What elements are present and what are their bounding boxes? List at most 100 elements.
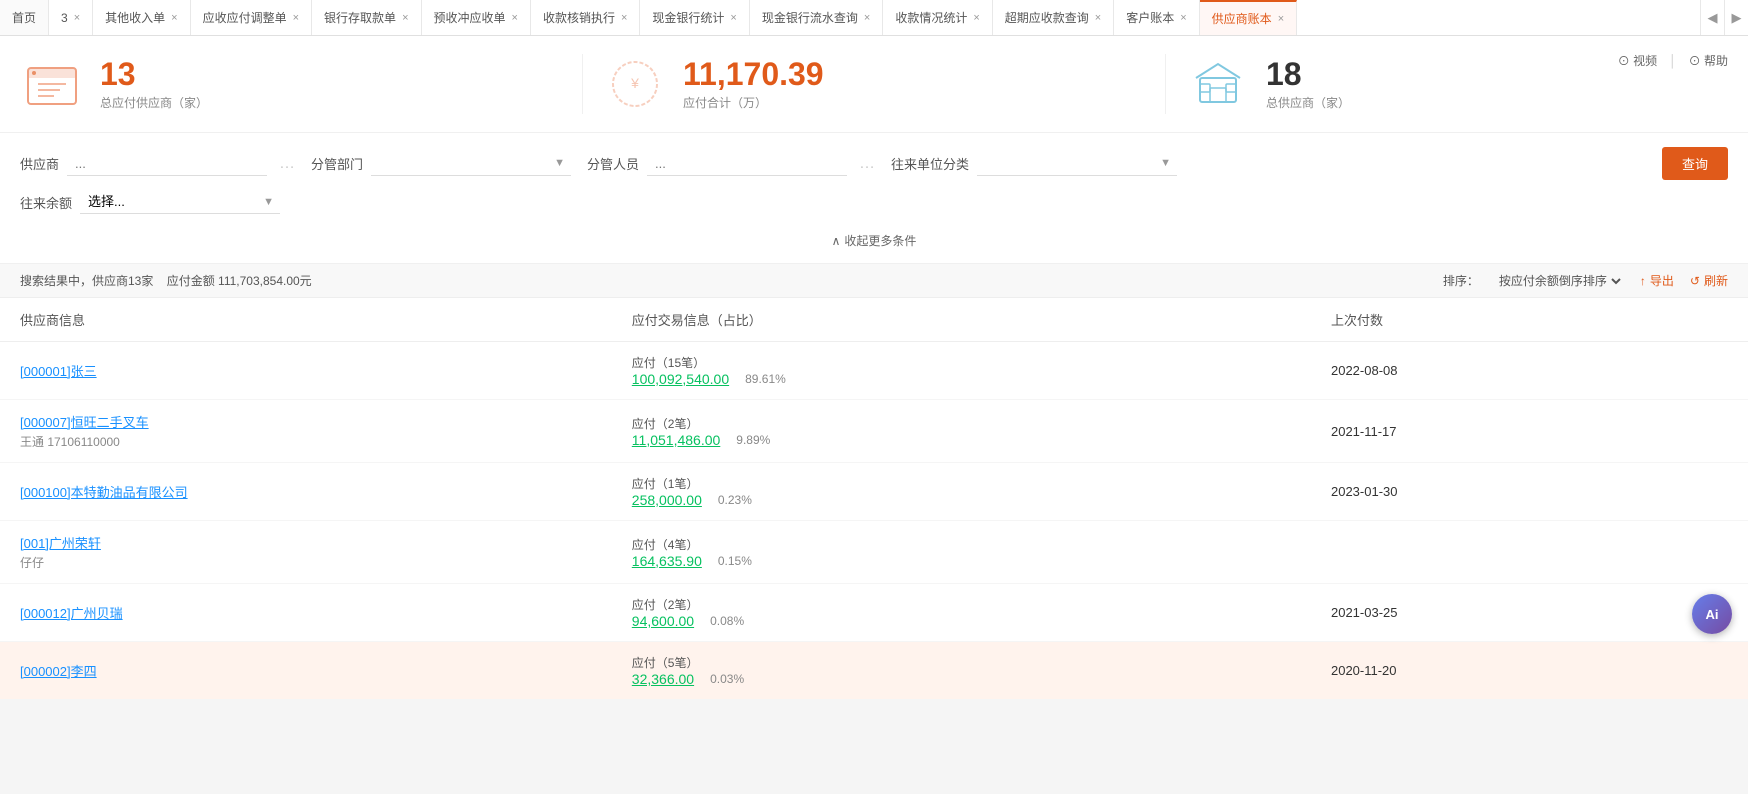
- filter-section: 供应商 … 分管部门 ▼ 分管人员 … 往来单位分类: [0, 133, 1748, 264]
- nav-next-arrow[interactable]: ▶: [1724, 0, 1748, 36]
- dept-filter-select[interactable]: ▼: [371, 152, 571, 176]
- transaction-pct: 0.15%: [718, 554, 752, 568]
- transaction-amount[interactable]: 100,092,540.00: [632, 371, 729, 387]
- transaction-label: 应付（5笔）: [632, 654, 1291, 671]
- nav-tab-cash-bank-stat[interactable]: 现金银行统计 ×: [640, 0, 749, 36]
- nav-tab-close[interactable]: ×: [512, 12, 518, 24]
- nav-tab-label: 现金银行流水查询: [762, 9, 858, 26]
- transaction-pct: 89.61%: [745, 372, 786, 386]
- transaction-amount[interactable]: 258,000.00: [632, 492, 702, 508]
- balance-select[interactable]: 选择...: [80, 190, 280, 213]
- balance-filter-label: 往来余额: [20, 193, 72, 212]
- transaction-label: 应付（1笔）: [632, 475, 1291, 492]
- nav-tab-label: 应收应付调整单: [203, 9, 287, 26]
- transaction-amount[interactable]: 94,600.00: [632, 613, 694, 629]
- transaction-amount[interactable]: 164,635.90: [632, 553, 702, 569]
- last-pay-date: 2021-03-25: [1311, 584, 1748, 642]
- nav-tab-label: 收款核销执行: [543, 9, 615, 26]
- nav-tab-prepay-ar[interactable]: 预收冲应收单 ×: [422, 0, 531, 36]
- col-header-transaction: 应付交易信息（占比）: [612, 298, 1311, 342]
- result-info: 搜索结果中，供应商13家 应付金额 111,703,854.00元: [20, 272, 312, 289]
- export-button[interactable]: ↑ 导出: [1640, 272, 1674, 289]
- nav-tab-close[interactable]: ×: [171, 12, 177, 24]
- dept-select[interactable]: [371, 152, 571, 175]
- nav-prev-arrow[interactable]: ◀: [1700, 0, 1724, 36]
- nav-tab-ar-ap-adjust[interactable]: 应收应付调整单 ×: [191, 0, 312, 36]
- result-bar: 搜索结果中，供应商13家 应付金额 111,703,854.00元 排序： 按应…: [0, 264, 1748, 298]
- person-filter-dots[interactable]: …: [859, 155, 875, 173]
- table-header-row: 供应商信息 应付交易信息（占比） 上次付数: [0, 298, 1748, 342]
- transaction-amount[interactable]: 11,051,486.00: [632, 432, 721, 448]
- nav-tab-home[interactable]: 首页: [0, 0, 49, 36]
- sort-label: 排序：: [1443, 272, 1479, 289]
- supplier-link[interactable]: [001]广州荣轩: [20, 536, 101, 551]
- collapse-button[interactable]: ∧ 收起更多条件: [820, 228, 929, 253]
- transaction-label: 应付（15笔）: [632, 354, 1291, 371]
- nav-tab-other-income[interactable]: 其他收入单 ×: [93, 0, 190, 36]
- category-filter-select[interactable]: ▼: [977, 152, 1177, 176]
- nav-tab-receipt-stat[interactable]: 收款情况统计 ×: [883, 0, 992, 36]
- supplier-link[interactable]: [000007]恒旺二手叉车: [20, 415, 149, 430]
- help-link[interactable]: ⊙ 帮助: [1689, 52, 1728, 69]
- nav-tab-close[interactable]: ×: [1180, 12, 1186, 24]
- filter-category: 往来单位分类 ▼: [891, 152, 1177, 176]
- summary-card-payable: ¥ 11,170.39 应付合计（万）: [603, 52, 1145, 116]
- nav-tab-close[interactable]: ×: [74, 12, 80, 24]
- filter-balance: 往来余额 选择... ▼: [20, 190, 280, 214]
- supplier-filter-label: 供应商: [20, 154, 59, 173]
- last-pay-date: [1311, 521, 1748, 584]
- filter-row-1: 供应商 … 分管部门 ▼ 分管人员 … 往来单位分类: [20, 147, 1728, 180]
- balance-filter-select[interactable]: 选择... ▼: [80, 190, 280, 214]
- filter-dept: 分管部门 ▼: [311, 152, 571, 176]
- transaction-amount[interactable]: 32,366.00: [632, 671, 694, 687]
- result-text1: 搜索结果中，供应商13家: [20, 274, 153, 288]
- last-pay-date: 2022-08-08: [1311, 342, 1748, 400]
- supplier-link[interactable]: [000001]张三: [20, 364, 97, 379]
- nav-tab-receipt-verify[interactable]: 收款核销执行 ×: [531, 0, 640, 36]
- nav-tab-close[interactable]: ×: [621, 12, 627, 24]
- last-pay-date: 2020-11-20: [1311, 642, 1748, 700]
- result-actions: 排序： 按应付余额倒序排序 ↑ 导出 ↺ 刷新: [1443, 272, 1728, 289]
- summary-header: 13 总应付供应商（家） ¥ 11,170.39 应付合计（万）: [0, 36, 1748, 133]
- nav-tab-bank-deposit[interactable]: 银行存取款单 ×: [312, 0, 421, 36]
- nav-tab-close[interactable]: ×: [864, 12, 870, 24]
- category-select[interactable]: [977, 152, 1177, 175]
- nav-tab-close[interactable]: ×: [1095, 12, 1101, 24]
- supplier-filter-dots[interactable]: …: [279, 155, 295, 173]
- nav-tab-close[interactable]: ×: [973, 12, 979, 24]
- nav-tab-cash-flow-query[interactable]: 现金银行流水查询 ×: [750, 0, 883, 36]
- table-row: [000007]恒旺二手叉车王通 17106110000应付（2笔）11,051…: [0, 400, 1748, 463]
- supplier-sub-info: 仔仔: [20, 554, 592, 571]
- supplier-sub-info: 王通 17106110000: [20, 433, 592, 450]
- transaction-pct: 0.03%: [710, 672, 744, 686]
- store-icon: [1186, 52, 1250, 116]
- supplier-filter-input[interactable]: [67, 152, 267, 176]
- query-button[interactable]: 查询: [1662, 147, 1728, 180]
- transaction-label: 应付（2笔）: [632, 596, 1291, 613]
- summary-divider-1: [582, 54, 583, 114]
- supplier-link[interactable]: [000100]本特勤油品有限公司: [20, 485, 188, 500]
- payable-icon: ¥: [603, 52, 667, 116]
- person-filter-label: 分管人员: [587, 154, 639, 173]
- nav-tab-customer-ledger[interactable]: 客户账本 ×: [1114, 0, 1199, 36]
- nav-tab-close[interactable]: ×: [402, 12, 408, 24]
- video-link[interactable]: ⊙ 视频: [1618, 52, 1657, 69]
- ai-button[interactable]: Ai: [1692, 594, 1732, 634]
- sort-select[interactable]: 按应付余额倒序排序: [1495, 273, 1624, 289]
- nav-tab-3[interactable]: 3 ×: [49, 0, 93, 36]
- supplier-link[interactable]: [000012]广州贝瑞: [20, 606, 123, 621]
- refresh-button[interactable]: ↺ 刷新: [1690, 272, 1728, 289]
- summary-info-payable: 11,170.39 应付合计（万）: [683, 57, 824, 111]
- nav-tab-supplier-ledger[interactable]: 供应商账本 ×: [1200, 0, 1297, 36]
- nav-tab-close[interactable]: ×: [730, 12, 736, 24]
- nav-tab-overdue-ar[interactable]: 超期应收款查询 ×: [993, 0, 1114, 36]
- nav-tab-close[interactable]: ×: [293, 12, 299, 24]
- last-pay-date: 2021-11-17: [1311, 400, 1748, 463]
- nav-tab-close[interactable]: ×: [1278, 13, 1284, 25]
- person-filter-input[interactable]: [647, 152, 847, 176]
- nav-tab-label: 客户账本: [1126, 9, 1174, 26]
- table-row: [000012]广州贝瑞应付（2笔）94,600.000.08%2021-03-…: [0, 584, 1748, 642]
- supplier-link[interactable]: [000002]李四: [20, 664, 97, 679]
- svg-text:¥: ¥: [630, 75, 639, 91]
- nav-tab-label: 其他收入单: [105, 9, 165, 26]
